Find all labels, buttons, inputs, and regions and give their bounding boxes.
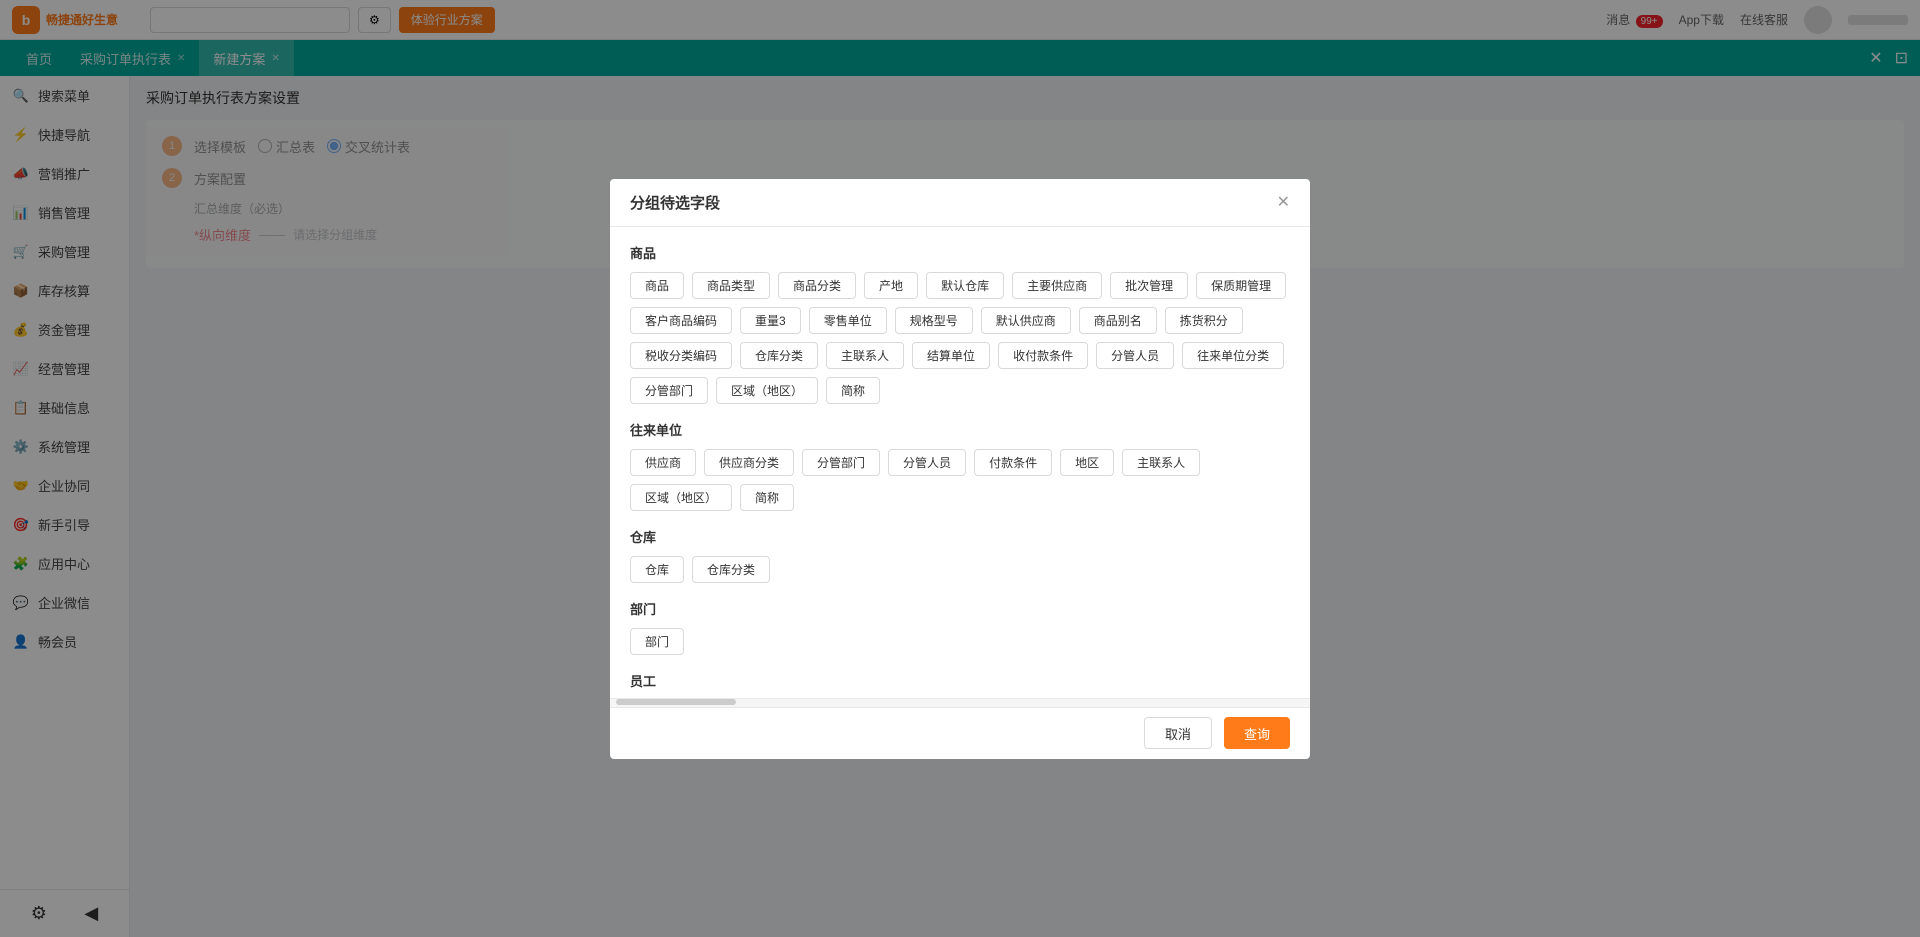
field-tag[interactable]: 拣货积分 (1165, 307, 1243, 334)
field-tag[interactable]: 分管人员 (888, 449, 966, 476)
field-tag[interactable]: 商品类型 (692, 272, 770, 299)
field-tag[interactable]: 保质期管理 (1196, 272, 1286, 299)
field-tag[interactable]: 仓库分类 (740, 342, 818, 369)
field-tags-counterpart: 供应商 供应商分类 分管部门 分管人员 付款条件 地区 主联系人 区域（地区） … (630, 449, 1290, 511)
field-tag[interactable]: 供应商 (630, 449, 696, 476)
field-tag[interactable]: 付款条件 (974, 449, 1052, 476)
field-tag[interactable]: 重量3 (740, 307, 801, 334)
modal-footer: 取消 查询 (610, 707, 1310, 759)
field-tag[interactable]: 商品 (630, 272, 684, 299)
field-group-dept: 部门 部门 (630, 599, 1290, 655)
field-group-product-title: 商品 (630, 243, 1290, 262)
field-group-employee: 员工 业务员 (630, 671, 1290, 698)
field-tag[interactable]: 区域（地区） (630, 484, 732, 511)
modal-dialog: 分组待选字段 ✕ 商品 商品 商品类型 商品分类 产地 默认仓库 主要供应商 批… (610, 179, 1310, 759)
field-tag[interactable]: 部门 (630, 628, 684, 655)
modal-confirm-button[interactable]: 查询 (1224, 717, 1290, 749)
field-tag[interactable]: 简称 (740, 484, 794, 511)
field-tag[interactable]: 批次管理 (1110, 272, 1188, 299)
field-group-counterpart-title: 往来单位 (630, 420, 1290, 439)
field-tag[interactable]: 仓库分类 (692, 556, 770, 583)
field-tag[interactable]: 客户商品编码 (630, 307, 732, 334)
field-tag[interactable]: 分管部门 (630, 377, 708, 404)
field-tag[interactable]: 结算单位 (912, 342, 990, 369)
field-tag[interactable]: 仓库 (630, 556, 684, 583)
field-tag[interactable]: 简称 (826, 377, 880, 404)
field-tag[interactable]: 主要供应商 (1012, 272, 1102, 299)
field-tag[interactable]: 区域（地区） (716, 377, 818, 404)
field-tag[interactable]: 供应商分类 (704, 449, 794, 476)
field-group-dept-title: 部门 (630, 599, 1290, 618)
field-tag[interactable]: 零售单位 (809, 307, 887, 334)
field-tag[interactable]: 商品分类 (778, 272, 856, 299)
field-group-warehouse: 仓库 仓库 仓库分类 (630, 527, 1290, 583)
modal-cancel-button[interactable]: 取消 (1144, 717, 1212, 749)
field-group-counterpart: 往来单位 供应商 供应商分类 分管部门 分管人员 付款条件 地区 主联系人 区域… (630, 420, 1290, 511)
modal-body[interactable]: 商品 商品 商品类型 商品分类 产地 默认仓库 主要供应商 批次管理 保质期管理… (610, 227, 1310, 698)
modal-overlay: 分组待选字段 ✕ 商品 商品 商品类型 商品分类 产地 默认仓库 主要供应商 批… (0, 0, 1920, 937)
field-tags-product: 商品 商品类型 商品分类 产地 默认仓库 主要供应商 批次管理 保质期管理 客户… (630, 272, 1290, 404)
field-group-product: 商品 商品 商品类型 商品分类 产地 默认仓库 主要供应商 批次管理 保质期管理… (630, 243, 1290, 404)
field-tags-warehouse: 仓库 仓库分类 (630, 556, 1290, 583)
field-tag[interactable]: 主联系人 (1122, 449, 1200, 476)
field-group-warehouse-title: 仓库 (630, 527, 1290, 546)
field-tag[interactable]: 默认仓库 (926, 272, 1004, 299)
field-tag[interactable]: 分管人员 (1096, 342, 1174, 369)
field-tag[interactable]: 收付款条件 (998, 342, 1088, 369)
modal-hscrollbar[interactable] (610, 698, 1310, 707)
field-group-employee-title: 员工 (630, 671, 1290, 690)
field-tag[interactable]: 地区 (1060, 449, 1114, 476)
field-tag[interactable]: 往来单位分类 (1182, 342, 1284, 369)
field-tag[interactable]: 商品别名 (1079, 307, 1157, 334)
modal-title: 分组待选字段 (630, 192, 720, 213)
field-tag[interactable]: 默认供应商 (981, 307, 1071, 334)
field-tag[interactable]: 主联系人 (826, 342, 904, 369)
field-tag[interactable]: 分管部门 (802, 449, 880, 476)
field-tag[interactable]: 税收分类编码 (630, 342, 732, 369)
field-tags-dept: 部门 (630, 628, 1290, 655)
modal-header: 分组待选字段 ✕ (610, 179, 1310, 227)
modal-close-button[interactable]: ✕ (1277, 192, 1290, 212)
field-tag[interactable]: 产地 (864, 272, 918, 299)
field-tag[interactable]: 规格型号 (895, 307, 973, 334)
